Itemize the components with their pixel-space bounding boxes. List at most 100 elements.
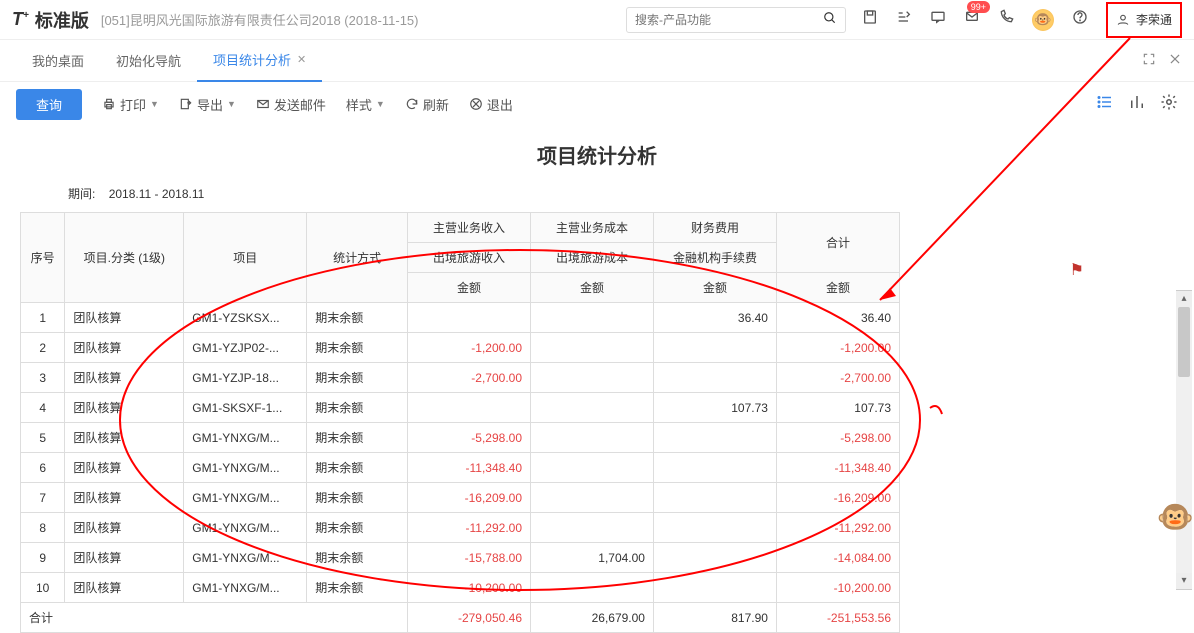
export-button[interactable]: 导出▼ (179, 95, 236, 114)
help-icon[interactable] (1072, 9, 1088, 30)
send-mail-button[interactable]: 发送邮件 (256, 95, 326, 114)
th-amount-3[interactable]: 金额 (653, 273, 776, 303)
user-name: 李荣通 (1136, 11, 1172, 28)
th-main-cost[interactable]: 主营业务成本 (531, 213, 654, 243)
print-button[interactable]: 打印▼ (102, 95, 159, 114)
period-label: 期间: (68, 187, 95, 201)
scroll-thumb[interactable] (1178, 307, 1190, 377)
style-button[interactable]: 样式 ▼ (346, 95, 385, 114)
cell-v3: 107.73 (653, 393, 776, 423)
footer-v4: -251,553.56 (776, 603, 899, 633)
table-row[interactable]: 4团队核算GM1-SKSXF-1...期末余额107.73107.73 (21, 393, 900, 423)
table-footer-row: 合计 -279,050.46 26,679.00 817.90 -251,553… (21, 603, 900, 633)
table-row[interactable]: 1团队核算GM1-YZSKSX...期末余额36.4036.40 (21, 303, 900, 333)
th-fin-fee[interactable]: 金融机构手续费 (653, 243, 776, 273)
message-icon[interactable] (930, 9, 946, 30)
table-wrap: 序号 项目.分类 (1级) 项目 统计方式 主营业务收入 主营业务成本 财务费用… (20, 212, 1174, 633)
toolbar: 查询 打印▼ 导出▼ 发送邮件 样式 ▼ 刷新 退出 (0, 82, 1194, 126)
tool-label: 样式 (346, 95, 372, 114)
tab-label: 我的桌面 (32, 51, 84, 70)
vertical-scrollbar[interactable]: ▴ ▾ (1176, 290, 1192, 590)
table-row[interactable]: 6团队核算GM1-YNXG/M...期末余额-11,348.40-11,348.… (21, 453, 900, 483)
cell-v3 (653, 543, 776, 573)
cell-v2: 1,704.00 (531, 543, 654, 573)
export-icon (179, 97, 193, 111)
fullscreen-icon[interactable] (1142, 52, 1156, 69)
table-row[interactable]: 10团队核算GM1-YNXG/M...期末余额-10,200.00-10,200… (21, 573, 900, 603)
tab-project-stats[interactable]: 项目统计分析 ✕ (197, 40, 322, 82)
refresh-button[interactable]: 刷新 (405, 95, 449, 114)
print-icon (102, 97, 116, 111)
tool-label: 发送邮件 (274, 95, 326, 114)
cell-seq: 5 (21, 423, 65, 453)
settings-icon[interactable] (1160, 93, 1178, 116)
cell-cat: 团队核算 (65, 513, 184, 543)
cell-v3 (653, 513, 776, 543)
th-project[interactable]: 项目 (184, 213, 307, 303)
caret-down-icon: ▼ (376, 99, 385, 109)
th-main-income[interactable]: 主营业务收入 (408, 213, 531, 243)
close-all-icon[interactable] (1168, 52, 1182, 69)
cell-v4: -10,200.00 (776, 573, 899, 603)
tab-init-nav[interactable]: 初始化导航 (100, 40, 197, 82)
monkey-icon[interactable]: 🐵 (1032, 9, 1054, 31)
footer-v1: -279,050.46 (408, 603, 531, 633)
th-amount-2[interactable]: 金额 (531, 273, 654, 303)
th-amount-1[interactable]: 金额 (408, 273, 531, 303)
th-amount-4[interactable]: 金额 (776, 273, 899, 303)
notification-icon[interactable]: 99+ (964, 9, 980, 30)
cell-method: 期末余额 (307, 393, 408, 423)
chart-view-icon[interactable] (1128, 93, 1146, 116)
app-header: T+ 标准版 [051]昆明风光国际旅游有限责任公司2018 (2018-11-… (0, 0, 1194, 40)
cell-method: 期末余额 (307, 333, 408, 363)
table-row[interactable]: 3团队核算GM1-YZJP-18...期末余额-2,700.00-2,700.0… (21, 363, 900, 393)
query-button[interactable]: 查询 (16, 89, 82, 120)
th-out-cost[interactable]: 出境旅游成本 (531, 243, 654, 273)
th-method[interactable]: 统计方式 (307, 213, 408, 303)
search-icon[interactable] (823, 11, 837, 28)
search-box[interactable] (626, 7, 846, 33)
float-monkey-icon[interactable]: 🐵 (1157, 500, 1194, 535)
cell-seq: 2 (21, 333, 65, 363)
table-row[interactable]: 8团队核算GM1-YNXG/M...期末余额-11,292.00-11,292.… (21, 513, 900, 543)
cell-v4: -14,084.00 (776, 543, 899, 573)
th-total[interactable]: 合计 (776, 213, 899, 273)
cell-v1 (408, 303, 531, 333)
table-row[interactable]: 9团队核算GM1-YNXG/M...期末余额-15,788.001,704.00… (21, 543, 900, 573)
search-input[interactable] (635, 13, 823, 27)
user-box[interactable]: 李荣通 (1106, 2, 1182, 38)
cell-seq: 9 (21, 543, 65, 573)
phone-icon[interactable] (998, 9, 1014, 30)
cell-proj: GM1-YNXG/M... (184, 423, 307, 453)
th-category[interactable]: 项目.分类 (1级) (65, 213, 184, 303)
exit-button[interactable]: 退出 (469, 95, 513, 114)
th-fin-expense[interactable]: 财务费用 (653, 213, 776, 243)
cell-proj: GM1-YNXG/M... (184, 483, 307, 513)
task-icon[interactable] (896, 9, 912, 30)
th-seq[interactable]: 序号 (21, 213, 65, 303)
table-row[interactable]: 5团队核算GM1-YNXG/M...期末余额-5,298.00-5,298.00 (21, 423, 900, 453)
tab-label: 初始化导航 (116, 51, 181, 70)
footer-v2: 26,679.00 (531, 603, 654, 633)
brand-name: 标准版 (35, 7, 89, 33)
th-out-income[interactable]: 出境旅游收入 (408, 243, 531, 273)
logo-sup: + (23, 10, 29, 21)
scroll-down-icon[interactable]: ▾ (1176, 573, 1192, 589)
cell-proj: GM1-YNXG/M... (184, 573, 307, 603)
table-row[interactable]: 2团队核算GM1-YZJP02-...期末余额-1,200.00-1,200.0… (21, 333, 900, 363)
cell-v3 (653, 483, 776, 513)
flag-icon[interactable]: ⚑ (1070, 260, 1084, 280)
scroll-up-icon[interactable]: ▴ (1176, 291, 1192, 307)
cell-method: 期末余额 (307, 513, 408, 543)
tab-desktop[interactable]: 我的桌面 (16, 40, 100, 82)
cell-v4: -1,200.00 (776, 333, 899, 363)
cell-v2 (531, 423, 654, 453)
table-row[interactable]: 7团队核算GM1-YNXG/M...期末余额-16,209.00-16,209.… (21, 483, 900, 513)
cell-proj: GM1-YNXG/M... (184, 543, 307, 573)
list-view-icon[interactable] (1096, 93, 1114, 116)
app-logo: T+ (12, 9, 29, 30)
save-icon[interactable] (862, 9, 878, 30)
close-icon[interactable]: ✕ (297, 53, 306, 66)
cell-cat: 团队核算 (65, 393, 184, 423)
cell-seq: 1 (21, 303, 65, 333)
